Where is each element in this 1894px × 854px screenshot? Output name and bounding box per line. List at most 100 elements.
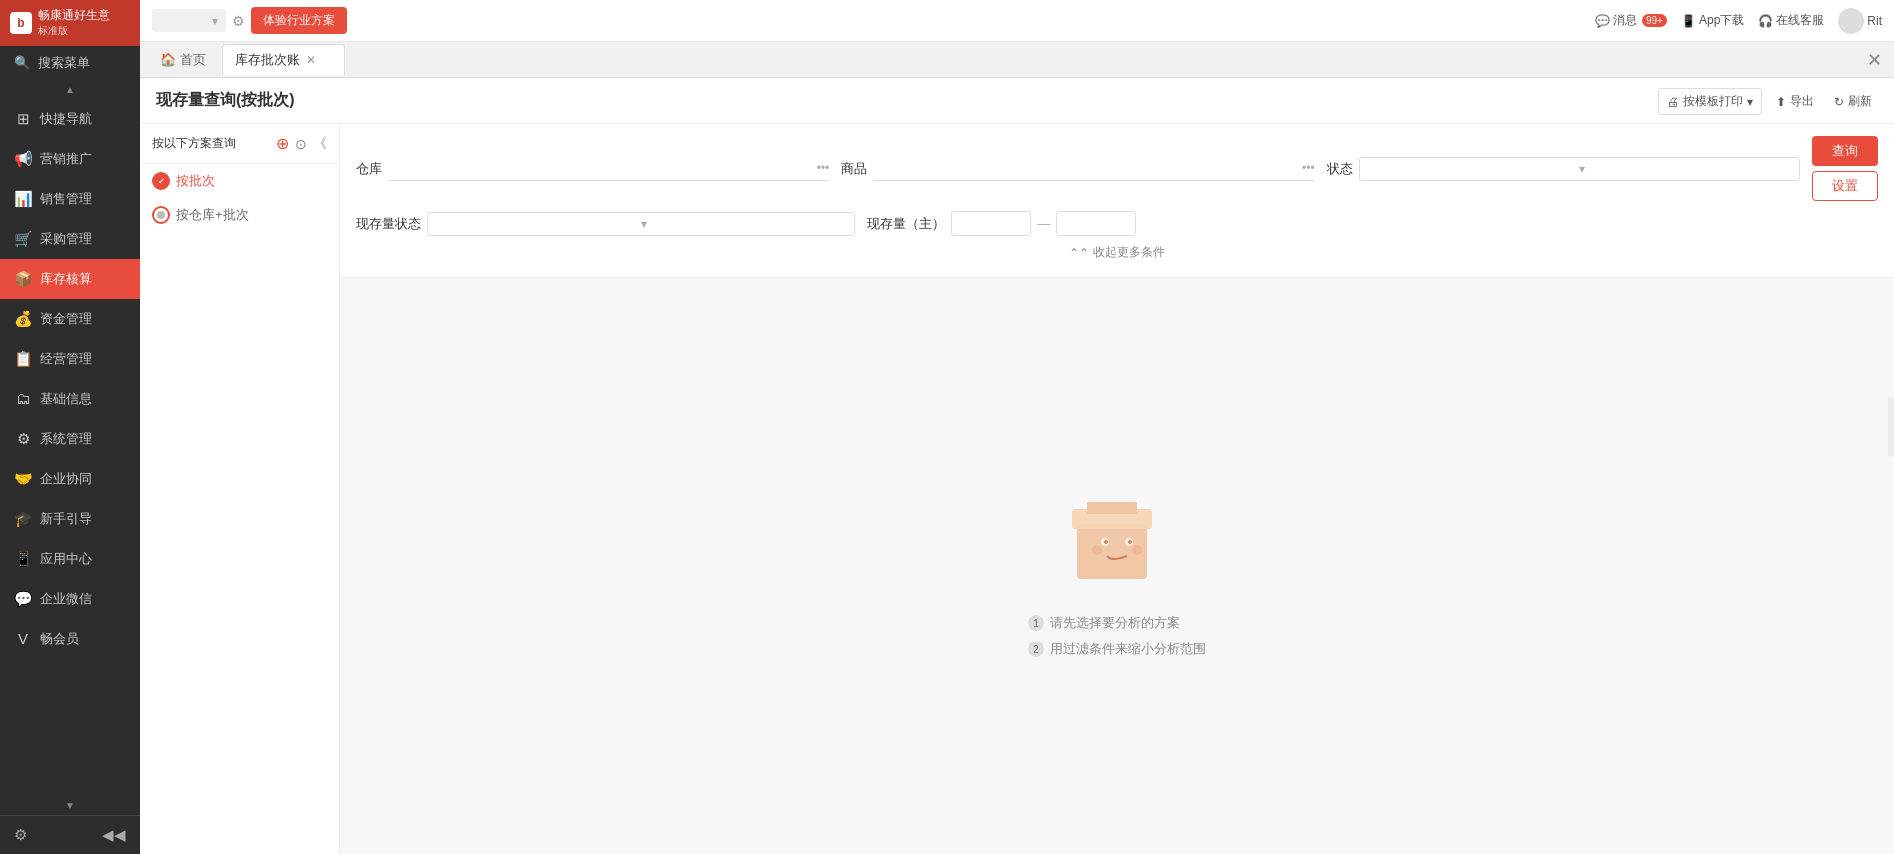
empty-hint-2: 2 用过滤条件来缩小分析范围 [1028,640,1206,658]
page-title: 现存量查询(按批次) [156,90,295,121]
search-menu[interactable]: 🔍 搜索菜单 [0,46,140,80]
goods-more-icon[interactable]: ••• [1302,161,1315,175]
hint-num-2: 2 [1028,641,1044,657]
add-plan-icon[interactable]: ⊕ [276,134,289,153]
stock-status-chevron-icon: ▾ [641,217,846,231]
plan-item-batch[interactable]: ✓ 按批次 [140,164,339,198]
topbar-left: ▾ ⚙ 体验行业方案 [152,7,1587,34]
stock-status-select[interactable]: ▾ [427,212,855,236]
sidebar-item-label: 资金管理 [40,310,92,328]
online-service-button[interactable]: 🎧 在线客服 [1758,12,1824,29]
tab-close-right-icon[interactable]: ✕ [1867,49,1882,71]
sidebar-item-sales[interactable]: 📊 销售管理 [0,179,140,219]
sidebar-scroll-down[interactable]: ▼ [63,798,77,813]
sidebar-item-label: 企业协同 [40,470,92,488]
content-area: 按以下方案查询 ⊕ ⊙ 《 ✓ 按批次 按仓库+批次 [140,124,1894,854]
sidebar-item-appstore[interactable]: 📱 应用中心 [0,539,140,579]
plan-settings-icon[interactable]: ⊙ [295,136,307,152]
phone-icon: 📱 [1681,14,1696,28]
tab-inventory-batch[interactable]: 库存批次账 ✕ [222,44,345,76]
user-avatar[interactable]: Rit [1838,8,1882,34]
app-download-label: App下载 [1699,12,1744,29]
breadcrumb-chevron-icon: ▾ [212,14,218,28]
warehouse-input[interactable] [388,161,813,176]
empty-hints: 1 请先选择要分析的方案 2 用过滤条件来缩小分析范围 [1028,614,1206,658]
sidebar-item-finance[interactable]: 💰 资金管理 [0,299,140,339]
export-button[interactable]: ⬆ 导出 [1770,89,1820,114]
sidebar-item-label: 快捷导航 [40,110,92,128]
collapse-sidebar-icon[interactable]: ◀◀ [102,826,126,844]
sidebar-item-label: 经营管理 [40,350,92,368]
page-header-actions: 🖨 按模板打印 ▾ ⬆ 导出 ↻ 刷新 [1658,88,1878,115]
query-button[interactable]: 查询 [1812,136,1878,166]
sidebar-item-basic[interactable]: 🗂 基础信息 [0,379,140,419]
refresh-label: 刷新 [1848,93,1872,110]
left-panel-actions: ⊕ ⊙ 《 [276,134,327,153]
export-icon: ⬆ [1776,95,1786,109]
message-icon: 💬 [1595,14,1610,28]
hint-num-1: 1 [1028,615,1044,631]
sidebar-item-inventory[interactable]: 📦 库存核算 [0,259,140,299]
search-icon: 🔍 [14,55,30,70]
sidebar-item-operation[interactable]: 📋 经营管理 [0,339,140,379]
printer-icon: 🖨 [1667,95,1679,109]
wechat-icon: 💬 [14,590,32,608]
print-button[interactable]: 🖨 按模板打印 ▾ [1658,88,1762,115]
qty-max-input[interactable] [1056,211,1136,236]
topbar-gear-icon[interactable]: ⚙ [232,13,245,29]
sidebar-item-system[interactable]: ⚙ 系统管理 [0,419,140,459]
collapse-panel-icon[interactable]: 《 [313,135,327,153]
sidebar-scroll-up[interactable]: ▲ [63,82,77,97]
print-chevron-icon: ▾ [1747,95,1753,109]
tab-close-icon[interactable]: ✕ [306,53,316,67]
refresh-button[interactable]: ↻ 刷新 [1828,89,1878,114]
status-label: 状态 [1327,160,1353,178]
plan-batch-icon: ✓ [152,172,170,190]
tabs-bar: 🏠 首页 库存批次账 ✕ ✕ [140,42,1894,78]
sidebar-item-enterprise[interactable]: 🤝 企业协同 [0,459,140,499]
sidebar-item-label: 营销推广 [40,150,92,168]
scrollbar-thumb[interactable] [1888,397,1894,457]
hint-text-2: 用过滤条件来缩小分析范围 [1050,640,1206,658]
warehouse-more-icon[interactable]: ••• [817,161,830,175]
sidebar-item-marketing[interactable]: 📢 营销推广 [0,139,140,179]
svg-point-6 [1128,540,1132,544]
collapse-label: 收起更多条件 [1093,244,1165,261]
operation-icon: 📋 [14,350,32,368]
sidebar-item-shortcut[interactable]: ⊞ 快捷导航 [0,99,140,139]
marketing-icon: 📢 [14,150,32,168]
right-panel: 仓库 ••• 商品 ••• [340,124,1894,854]
sidebar-item-guide[interactable]: 🎓 新手引导 [0,499,140,539]
sidebar-nav: ⊞ 快捷导航 📢 营销推广 📊 销售管理 🛒 采购管理 📦 库存核算 💰 [0,99,140,796]
plan-warehouse-batch-icon [152,206,170,224]
enterprise-icon: 🤝 [14,470,32,488]
guide-icon: 🎓 [14,510,32,528]
settings-button[interactable]: 设置 [1812,171,1878,201]
sidebar-header: b 畅康通好生意 标准版 [0,0,140,46]
collapse-more-button[interactable]: ⌃⌃ 收起更多条件 [356,240,1878,265]
status-select[interactable]: ▾ [1359,157,1800,181]
trial-button[interactable]: 体验行业方案 [251,7,347,34]
message-button[interactable]: 💬 消息 99+ [1595,12,1667,29]
sidebar-item-wechat[interactable]: 💬 企业微信 [0,579,140,619]
sidebar-item-purchase[interactable]: 🛒 采购管理 [0,219,140,259]
sidebar-item-label: 企业微信 [40,590,92,608]
tab-home[interactable]: 🏠 首页 [148,44,218,76]
goods-input[interactable] [873,161,1298,176]
action-buttons: 查询 设置 [1812,136,1878,201]
message-badge: 99+ [1642,14,1667,27]
warehouse-field: ••• [388,157,829,181]
sidebar-item-label: 系统管理 [40,430,92,448]
basic-icon: 🗂 [14,390,32,407]
app-download-button[interactable]: 📱 App下载 [1681,12,1744,29]
plan-item-warehouse-batch[interactable]: 按仓库+批次 [140,198,339,232]
left-panel: 按以下方案查询 ⊕ ⊙ 《 ✓ 按批次 按仓库+批次 [140,124,340,854]
svg-point-8 [1132,545,1142,555]
settings-icon[interactable]: ⚙ [14,826,27,844]
qty-min-input[interactable] [951,211,1031,236]
inventory-icon: 📦 [14,270,32,288]
breadcrumb-text [160,12,208,29]
print-label: 按模板打印 [1683,93,1743,110]
plan-warehouse-batch-label: 按仓库+批次 [176,206,249,224]
sidebar-item-member[interactable]: V 畅会员 [0,619,140,659]
